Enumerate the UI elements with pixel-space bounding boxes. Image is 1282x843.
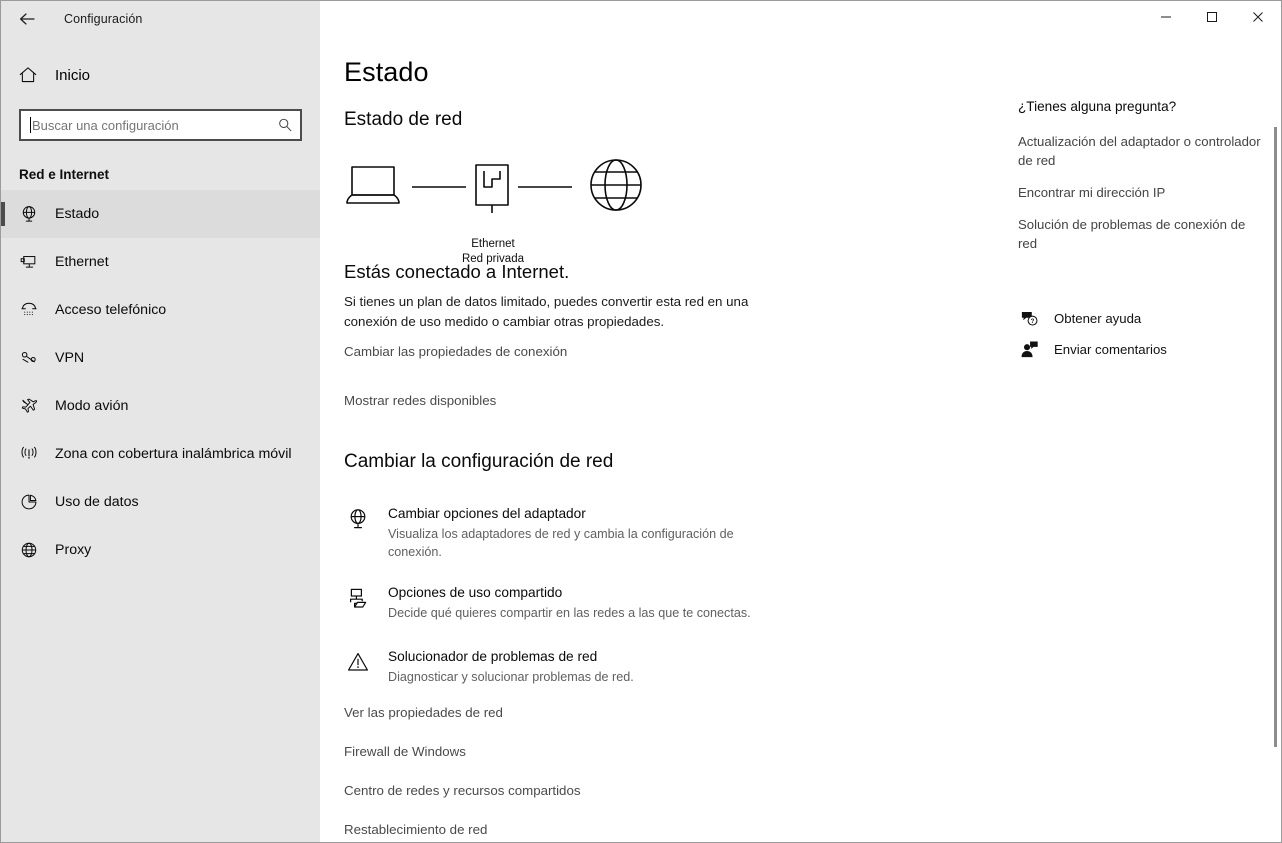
connected-heading: Estás conectado a Internet. — [344, 261, 570, 282]
sidebar-item-acceso-telefonico[interactable]: Acceso telefónico — [1, 286, 320, 334]
window-controls — [320, 1, 1281, 37]
help-link-adapter-driver-update[interactable]: Actualización del adaptador o controlado… — [1018, 132, 1263, 170]
option-sharing-options[interactable]: Opciones de uso compartido Decide qué qu… — [344, 583, 904, 622]
title-bar: Configuración — [1, 1, 1281, 37]
ethernet-adapter-icon — [475, 164, 509, 213]
warning-triangle-icon — [344, 647, 372, 674]
link-show-available-networks[interactable]: Mostrar redes disponibles — [344, 393, 496, 408]
sidebar-item-label: Acceso telefónico — [55, 302, 167, 318]
connected-description: Si tienes un plan de datos limitado, pue… — [344, 294, 749, 329]
maximize-button[interactable] — [1189, 1, 1235, 33]
sidebar-item-label: Proxy — [55, 542, 92, 558]
option-description: Visualiza los adaptadores de red y cambi… — [388, 527, 734, 559]
option-description: Decide qué quieres compartir en las rede… — [388, 606, 751, 620]
sidebar-item-zona-cobertura[interactable]: Zona con cobertura inalámbrica móvil — [1, 430, 320, 478]
airplane-icon — [18, 396, 40, 416]
sidebar-item-modo-avion[interactable]: Modo avión — [1, 382, 320, 430]
help-link-find-ip-address[interactable]: Encontrar mi dirección IP — [1018, 183, 1263, 202]
help-heading: ¿Tienes alguna pregunta? — [1018, 99, 1177, 114]
help-link-network-connection-troubleshooting[interactable]: Solución de problemas de conexión de red — [1018, 215, 1263, 253]
laptop-icon — [346, 166, 400, 204]
option-title: Solucionador de problemas de red — [388, 649, 598, 664]
main-content: Estado Estado de red Ethernet Red privad… — [320, 37, 1281, 842]
sidebar-nav-list: Estado Ethernet Acceso telefónico VPN Mo… — [1, 190, 320, 574]
close-button[interactable] — [1235, 1, 1281, 33]
search-icon[interactable] — [270, 117, 300, 133]
help-action-label: Enviar comentarios — [1054, 342, 1167, 357]
sidebar-item-home[interactable]: Inicio — [1, 55, 320, 95]
help-actions: ? Obtener ayuda Enviar comentarios — [1018, 303, 1263, 365]
vpn-key-icon — [18, 348, 40, 368]
settings-window: Configuración Inicio Buscar una configur… — [0, 0, 1282, 843]
network-diagram: Ethernet Red privada — [344, 157, 674, 267]
globe-monitor-icon — [18, 204, 40, 224]
sidebar-item-label: Zona con cobertura inalámbrica móvil — [55, 446, 292, 462]
link-windows-firewall[interactable]: Firewall de Windows — [344, 744, 466, 759]
dialup-phone-icon — [18, 300, 40, 320]
sidebar-item-uso-de-datos[interactable]: Uso de datos — [1, 478, 320, 526]
vertical-scrollbar[interactable] — [1269, 37, 1281, 842]
option-change-adapter-options[interactable]: Cambiar opciones del adaptador Visualiza… — [344, 504, 904, 561]
svg-text:?: ? — [1030, 318, 1034, 325]
help-pane: ¿Tienes alguna pregunta? Actualización d… — [1018, 99, 1263, 365]
globe-icon — [18, 540, 40, 560]
sidebar-item-ethernet[interactable]: Ethernet — [1, 238, 320, 286]
option-title: Cambiar opciones del adaptador — [388, 506, 586, 521]
minimize-icon — [1161, 16, 1171, 18]
sidebar-item-label: Ethernet — [55, 254, 109, 270]
sidebar-item-label: VPN — [55, 350, 85, 366]
sidebar-item-label: Uso de datos — [55, 494, 139, 510]
home-icon — [18, 65, 40, 85]
option-network-troubleshooter[interactable]: Solucionador de problemas de red Diagnos… — [344, 647, 904, 686]
get-help-button[interactable]: ? Obtener ayuda — [1018, 303, 1263, 334]
sidebar-item-estado[interactable]: Estado — [1, 190, 320, 238]
search-input[interactable] — [21, 117, 270, 133]
sidebar: Inicio Red e Internet — [1, 37, 320, 842]
share-folder-icon — [344, 583, 372, 610]
globe-icon — [590, 159, 642, 211]
option-description: Diagnosticar y solucionar problemas de r… — [388, 670, 634, 684]
link-connection-properties[interactable]: Cambiar las propiedades de conexión — [344, 344, 567, 359]
sidebar-home-label: Inicio — [55, 66, 91, 84]
sidebar-item-proxy[interactable]: Proxy — [1, 526, 320, 574]
page-title: Estado — [344, 57, 429, 87]
link-network-sharing-center[interactable]: Centro de redes y recursos compartidos — [344, 783, 581, 798]
sidebar-category-title: Red e Internet — [19, 167, 110, 182]
search-caret — [30, 117, 31, 133]
globe-monitor-icon — [344, 504, 372, 531]
link-network-reset[interactable]: Restablecimiento de red — [344, 822, 487, 837]
sidebar-item-vpn[interactable]: VPN — [1, 334, 320, 382]
minimize-button[interactable] — [1143, 1, 1189, 33]
sidebar-item-label: Estado — [55, 206, 100, 222]
ethernet-icon — [18, 252, 40, 272]
adapter-name-label: Ethernet — [471, 238, 515, 250]
hotspot-icon — [18, 444, 40, 464]
network-status-heading: Estado de red — [344, 109, 463, 130]
option-title: Opciones de uso compartido — [388, 585, 563, 600]
title-bar-left: Configuración — [1, 1, 320, 37]
help-bubble-icon: ? — [1018, 309, 1040, 328]
maximize-icon — [1207, 12, 1217, 22]
sidebar-item-label: Modo avión — [55, 398, 129, 414]
back-button[interactable] — [5, 3, 49, 35]
search-box[interactable] — [19, 109, 302, 141]
close-icon — [1253, 12, 1263, 22]
help-action-label: Obtener ayuda — [1054, 311, 1142, 326]
change-settings-heading: Cambiar la configuración de red — [344, 451, 614, 472]
back-arrow-icon — [20, 13, 35, 25]
window-title: Configuración — [64, 12, 143, 26]
pie-chart-icon — [18, 492, 40, 512]
send-feedback-button[interactable]: Enviar comentarios — [1018, 334, 1263, 365]
feedback-person-icon — [1018, 340, 1040, 359]
scrollbar-thumb[interactable] — [1274, 127, 1277, 747]
link-view-network-properties[interactable]: Ver las propiedades de red — [344, 705, 503, 720]
